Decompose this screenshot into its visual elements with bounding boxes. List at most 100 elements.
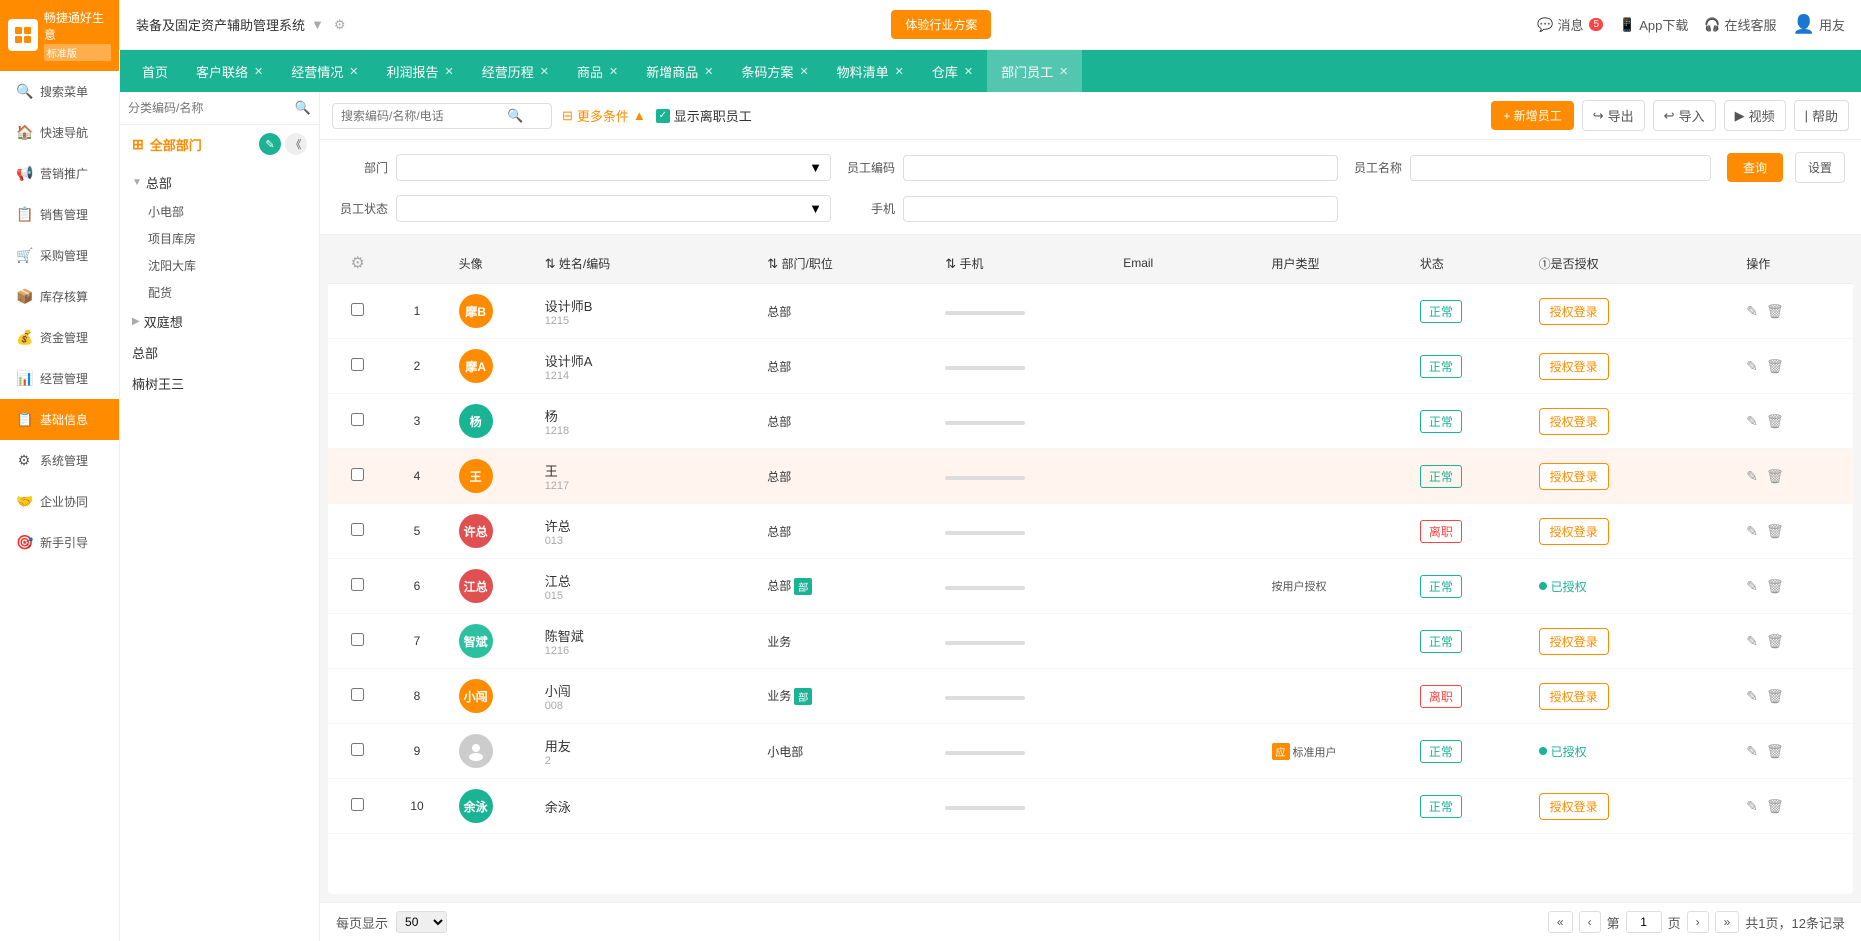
edit-icon[interactable]: ✎ — [1746, 633, 1758, 650]
row-checkbox[interactable] — [351, 358, 364, 371]
emp-status-filter-select[interactable]: ▼ — [396, 195, 831, 222]
dept-child-distribution[interactable]: 配货 — [120, 279, 319, 306]
tab-customer[interactable]: 客户联络 ✕ — [182, 50, 277, 92]
tab-home[interactable]: 首页 — [128, 50, 182, 92]
dropdown-icon[interactable]: ▼ — [311, 17, 324, 32]
edit-icon[interactable]: ✎ — [1746, 743, 1758, 760]
sidebar-item-shortcut[interactable]: 🏠 快速导航 — [0, 112, 119, 153]
emp-search-icon[interactable]: 🔍 — [507, 108, 523, 124]
phone-filter-input[interactable] — [903, 196, 1338, 222]
emp-code-filter-input[interactable] — [903, 155, 1338, 181]
tab-goods[interactable]: 商品 ✕ — [563, 50, 632, 92]
dept-group-zongbu-title[interactable]: 总部 — [120, 337, 319, 368]
tab-profit[interactable]: 利润报告 ✕ — [372, 50, 467, 92]
tab-warehouse[interactable]: 仓库 ✕ — [918, 50, 987, 92]
sidebar-item-basic[interactable]: 📋 基础信息 — [0, 399, 119, 440]
more-conditions-btn[interactable]: ⊟ 更多条件 ▲ — [562, 106, 646, 125]
edit-icon[interactable]: ✎ — [1746, 688, 1758, 705]
row-checkbox[interactable] — [351, 798, 364, 811]
first-page-button[interactable]: « — [1548, 911, 1573, 933]
gear-settings-icon[interactable]: ⚙ — [350, 255, 364, 272]
tab-employee-close[interactable]: ✕ — [1059, 65, 1068, 78]
trial-button[interactable]: 体验行业方案 — [891, 10, 991, 39]
emp-search-input[interactable] — [341, 109, 501, 123]
tab-bom-close[interactable]: ✕ — [895, 65, 904, 78]
edit-icon[interactable]: ✎ — [1746, 358, 1758, 375]
dept-child-small-elec[interactable]: 小电部 — [120, 198, 319, 225]
tab-add-goods-close[interactable]: ✕ — [704, 65, 713, 78]
per-page-select[interactable]: 50 100 — [396, 911, 447, 933]
dept-search-input[interactable] — [128, 101, 295, 115]
settings-icon[interactable]: ⚙ — [334, 17, 346, 33]
sidebar-item-system[interactable]: ⚙ 系统管理 — [0, 440, 119, 481]
tab-history-close[interactable]: ✕ — [540, 65, 549, 78]
dept-child-shenyang[interactable]: 沈阳大库 — [120, 252, 319, 279]
row-checkbox[interactable] — [351, 468, 364, 481]
delete-icon[interactable]: 🗑 — [1766, 358, 1784, 375]
view-button[interactable]: ▶ 视频 — [1724, 100, 1786, 131]
import-button[interactable]: ↩ 导入 — [1653, 100, 1716, 131]
delete-icon[interactable]: 🗑 — [1766, 523, 1784, 540]
user-action[interactable]: 👤 用友 — [1793, 14, 1845, 35]
show-resigned-checkbox[interactable]: ✓ — [656, 109, 670, 123]
tab-customer-close[interactable]: ✕ — [254, 65, 263, 78]
edit-icon[interactable]: ✎ — [1746, 578, 1758, 595]
edit-icon[interactable]: ✎ — [1746, 303, 1758, 320]
sidebar-item-operation[interactable]: 📊 经营管理 — [0, 358, 119, 399]
last-page-button[interactable]: » — [1715, 911, 1740, 933]
dept-all-title[interactable]: ⊞ 全部部门 — [132, 135, 202, 154]
auth-login-button[interactable]: 授权登录 — [1539, 793, 1609, 820]
auth-login-button[interactable]: 授权登录 — [1539, 298, 1609, 325]
sidebar-item-guide[interactable]: 🎯 新手引导 — [0, 522, 119, 563]
edit-icon[interactable]: ✎ — [1746, 413, 1758, 430]
delete-icon[interactable]: 🗑 — [1766, 743, 1784, 760]
edit-icon[interactable]: ✎ — [1746, 468, 1758, 485]
row-checkbox[interactable] — [351, 523, 364, 536]
page-number-input[interactable] — [1626, 911, 1662, 933]
show-resigned-toggle[interactable]: ✓ 显示离职员工 — [656, 106, 752, 125]
auth-login-button[interactable]: 授权登录 — [1539, 683, 1609, 710]
delete-icon[interactable]: 🗑 — [1766, 468, 1784, 485]
tab-business-close[interactable]: ✕ — [349, 65, 358, 78]
row-checkbox[interactable] — [351, 633, 364, 646]
auth-login-button[interactable]: 授权登录 — [1539, 353, 1609, 380]
auth-login-button[interactable]: 授权登录 — [1539, 463, 1609, 490]
col-dept[interactable]: ⇅ 部门/职位 — [755, 243, 933, 284]
next-page-button[interactable]: › — [1687, 911, 1709, 933]
dept-child-project[interactable]: 项目库房 — [120, 225, 319, 252]
tab-barcode-close[interactable]: ✕ — [799, 65, 808, 78]
sidebar-item-marketing[interactable]: 📢 营销推广 — [0, 153, 119, 194]
dept-filter-select[interactable]: ▼ — [396, 154, 831, 181]
row-checkbox[interactable] — [351, 578, 364, 591]
row-checkbox[interactable] — [351, 688, 364, 701]
tab-bom[interactable]: 物料清单 ✕ — [823, 50, 918, 92]
col-phone[interactable]: ⇅ 手机 — [933, 243, 1111, 284]
setting-button[interactable]: 设置 — [1795, 152, 1845, 183]
sidebar-item-search[interactable]: 🔍 搜索菜单 — [0, 71, 119, 112]
delete-icon[interactable]: 🗑 — [1766, 303, 1784, 320]
tab-warehouse-close[interactable]: ✕ — [964, 65, 973, 78]
emp-search-field[interactable]: 🔍 — [332, 103, 552, 129]
sidebar-item-inventory[interactable]: 📦 库存核算 — [0, 276, 119, 317]
add-employee-button[interactable]: + 新增员工 — [1491, 101, 1573, 130]
dept-group-head-title[interactable]: ▼ 总部 — [120, 167, 319, 198]
delete-icon[interactable]: 🗑 — [1766, 688, 1784, 705]
tab-business[interactable]: 经营情况 ✕ — [277, 50, 372, 92]
tab-add-goods[interactable]: 新增商品 ✕ — [632, 50, 727, 92]
edit-icon[interactable]: ✎ — [1746, 523, 1758, 540]
query-button[interactable]: 查询 — [1727, 153, 1783, 182]
tab-employee[interactable]: 部门员工 ✕ — [987, 50, 1082, 92]
delete-icon[interactable]: 🗑 — [1766, 578, 1784, 595]
help-button[interactable]: | 帮助 — [1794, 100, 1849, 131]
prev-page-button[interactable]: ‹ — [1579, 911, 1601, 933]
auth-login-button[interactable]: 授权登录 — [1539, 518, 1609, 545]
tab-history[interactable]: 经营历程 ✕ — [468, 50, 563, 92]
col-name-code[interactable]: ⇅ 姓名/编码 — [533, 243, 756, 284]
tab-profit-close[interactable]: ✕ — [445, 65, 454, 78]
dept-edit-icon[interactable]: ✎ — [259, 133, 281, 155]
dept-group-shuang-title[interactable]: ▶ 双庭想 — [120, 306, 319, 337]
dept-collapse-icon[interactable]: 《 — [285, 133, 307, 155]
delete-icon[interactable]: 🗑 — [1766, 633, 1784, 650]
emp-name-filter-input[interactable] — [1410, 155, 1711, 181]
dept-search-icon[interactable]: 🔍 — [295, 100, 311, 116]
